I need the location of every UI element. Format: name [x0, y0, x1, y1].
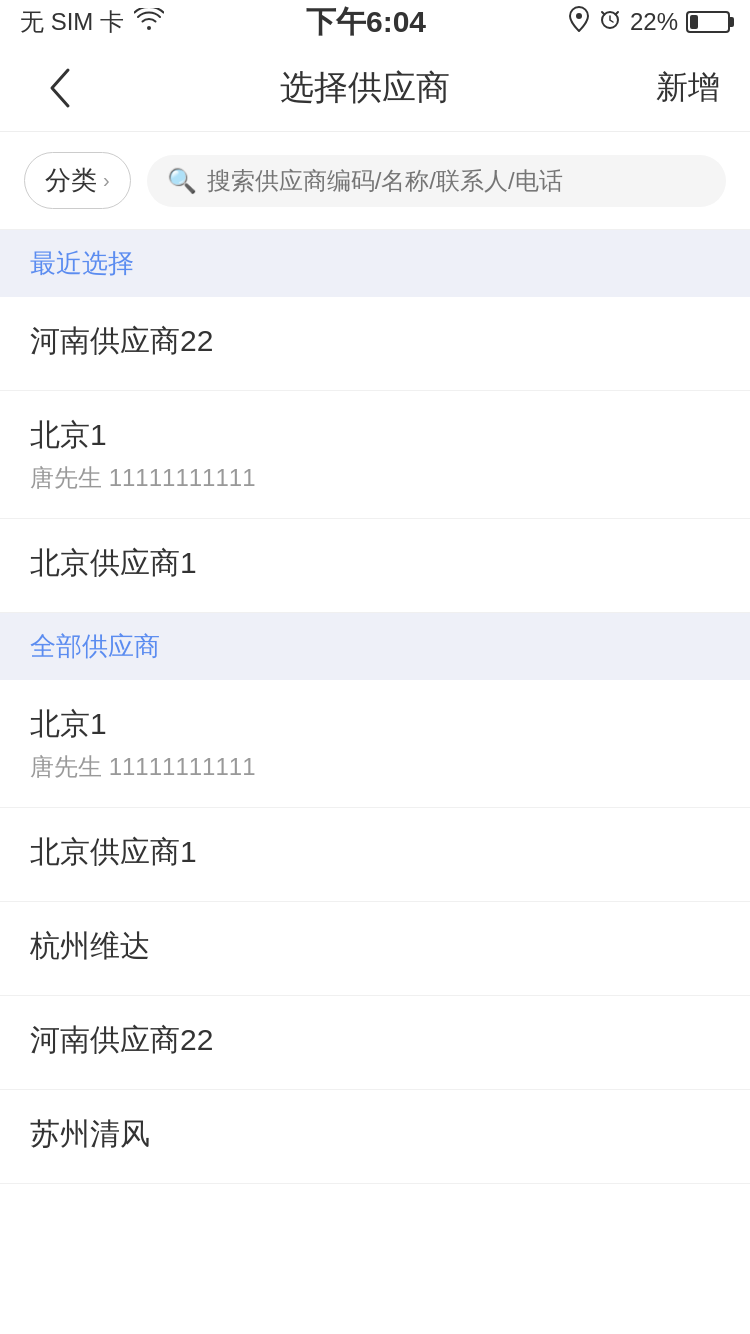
all-section-label: 全部供应商 — [30, 631, 160, 661]
item-name: 苏州清风 — [30, 1114, 720, 1155]
status-right: 22% — [568, 6, 730, 38]
list-item[interactable]: 河南供应商22 — [0, 996, 750, 1090]
list-item[interactable]: 北京1 唐先生 11111111111 — [0, 391, 750, 519]
nav-bar: 选择供应商 新增 — [0, 44, 750, 132]
list-item[interactable]: 北京供应商1 — [0, 808, 750, 902]
list-item[interactable]: 北京1 唐先生 11111111111 — [0, 680, 750, 808]
recent-list: 河南供应商22 北京1 唐先生 11111111111 北京供应商1 — [0, 297, 750, 613]
svg-point-0 — [576, 13, 582, 19]
recent-section-label: 最近选择 — [30, 248, 134, 278]
status-left: 无 SIM 卡 — [20, 6, 164, 38]
alarm-icon — [598, 7, 622, 37]
list-item[interactable]: 杭州维达 — [0, 902, 750, 996]
status-bar: 无 SIM 卡 下午6:04 22% — [0, 0, 750, 44]
wifi-icon — [134, 8, 164, 36]
category-label: 分类 — [45, 163, 97, 198]
add-button[interactable]: 新增 — [640, 66, 720, 110]
filter-bar: 分类 › 🔍 — [0, 132, 750, 230]
battery-icon — [686, 11, 730, 33]
all-suppliers-list: 北京1 唐先生 11111111111 北京供应商1 杭州维达河南供应商22 苏州清风 — [0, 680, 750, 1184]
back-button[interactable] — [30, 58, 90, 118]
battery-percentage: 22% — [630, 8, 678, 36]
item-name: 北京1 — [30, 704, 720, 745]
status-time: 下午6:04 — [306, 2, 426, 43]
location-icon — [568, 6, 590, 38]
item-sub: 唐先生 11111111111 — [30, 751, 720, 783]
item-name: 北京1 — [30, 415, 720, 456]
list-item[interactable]: 北京供应商1 — [0, 519, 750, 613]
search-icon: 🔍 — [167, 167, 197, 195]
search-box[interactable]: 🔍 — [147, 155, 726, 207]
list-item[interactable]: 苏州清风 — [0, 1090, 750, 1184]
page-title: 选择供应商 — [90, 65, 640, 111]
item-sub: 唐先生 11111111111 — [30, 462, 720, 494]
all-section-header: 全部供应商 — [0, 613, 750, 680]
item-name: 北京供应商1 — [30, 832, 720, 873]
category-button[interactable]: 分类 › — [24, 152, 131, 209]
search-input[interactable] — [207, 167, 706, 195]
chevron-icon: › — [103, 169, 110, 192]
carrier-text: 无 SIM 卡 — [20, 6, 124, 38]
item-name: 杭州维达 — [30, 926, 720, 967]
item-name: 河南供应商22 — [30, 321, 720, 362]
list-item[interactable]: 河南供应商22 — [0, 297, 750, 391]
item-name: 河南供应商22 — [30, 1020, 720, 1061]
recent-section-header: 最近选择 — [0, 230, 750, 297]
item-name: 北京供应商1 — [30, 543, 720, 584]
